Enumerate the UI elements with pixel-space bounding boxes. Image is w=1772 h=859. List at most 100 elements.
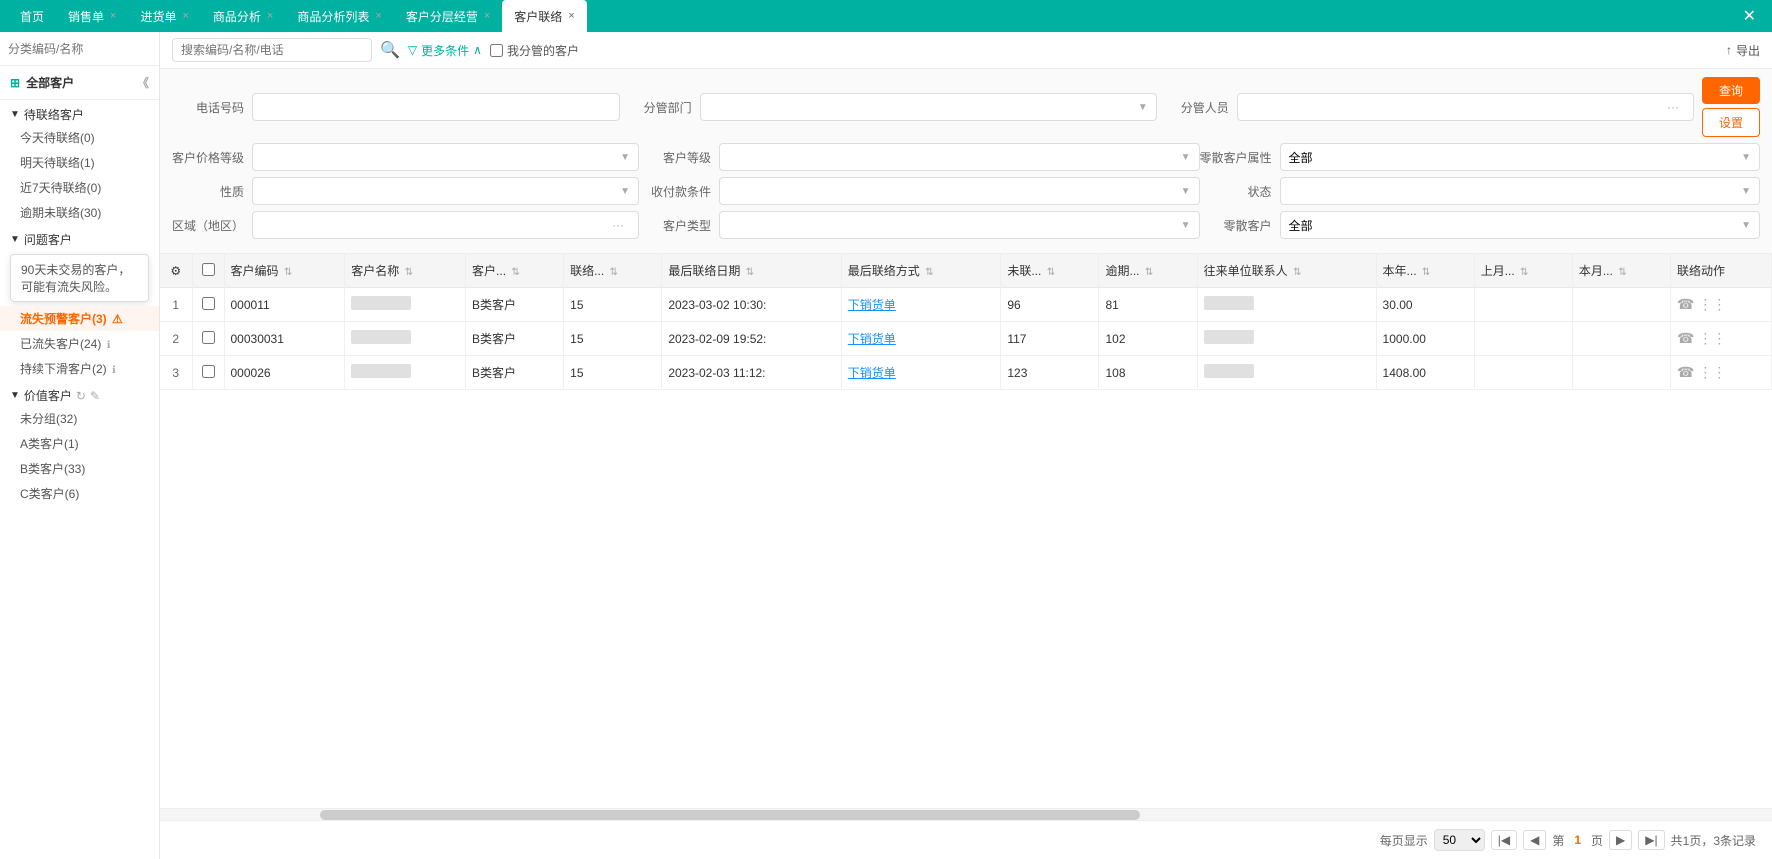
sort-icon-contact[interactable]: ⇅ xyxy=(610,267,618,278)
export-button[interactable]: ↑ 导出 xyxy=(1726,42,1760,59)
per-page-select[interactable]: 50 100 xyxy=(1434,829,1485,851)
query-button[interactable]: 查询 xyxy=(1702,77,1760,104)
row-contact: 15 xyxy=(564,288,662,322)
tab-customer-contact[interactable]: 客户联络 × xyxy=(502,0,586,32)
sidebar-item-today[interactable]: 今天待联络(0) xyxy=(0,125,159,150)
row-select-checkbox[interactable] xyxy=(202,331,215,344)
sidebar-search-input[interactable] xyxy=(8,42,160,56)
filter-search-button[interactable]: 🔍 xyxy=(380,40,400,60)
sidebar-group-pending[interactable]: ▼ 待联络客户 xyxy=(0,100,159,125)
dept-select[interactable]: ▼ xyxy=(700,93,1157,121)
first-page-btn[interactable]: |◀ xyxy=(1491,830,1517,850)
zero-customer-select[interactable]: 全部▼ xyxy=(1280,211,1760,239)
price-level-select[interactable]: ▼ xyxy=(252,143,639,171)
nature-select[interactable]: ▼ xyxy=(252,177,639,205)
tab-home[interactable]: 首页 xyxy=(8,0,56,32)
row-checkbox[interactable] xyxy=(192,322,224,356)
row-last-method[interactable]: 下销货单 xyxy=(841,356,1001,390)
row-last-method[interactable]: 下销货单 xyxy=(841,322,1001,356)
last-page-btn[interactable]: ▶| xyxy=(1638,830,1664,850)
row-select-checkbox[interactable] xyxy=(202,297,215,310)
sidebar-item-a-type[interactable]: A类客户(1) xyxy=(0,431,159,456)
col-settings[interactable]: ⚙ xyxy=(160,254,192,288)
my-customers-checkbox-area[interactable]: 我分管的客户 xyxy=(490,42,579,59)
sort-icon-code[interactable]: ⇅ xyxy=(284,267,292,278)
sort-icon-type[interactable]: ⇅ xyxy=(511,267,519,278)
tab-sales[interactable]: 销售单 × xyxy=(56,0,128,32)
col-checkbox[interactable] xyxy=(192,254,224,288)
tab-customer-tier[interactable]: 客户分层经营 × xyxy=(394,0,502,32)
phone-input[interactable] xyxy=(252,93,620,121)
sidebar-item-7days[interactable]: 近7天待联络(0) xyxy=(0,175,159,200)
refresh-icon[interactable]: ↻ xyxy=(76,389,86,403)
col-contact: 联络... ⇅ xyxy=(564,254,662,288)
sidebar-item-overdue[interactable]: 逾期未联络(30) xyxy=(0,200,159,225)
region-select[interactable]: ··· xyxy=(252,211,639,239)
sidebar-collapse-btn[interactable]: 《 xyxy=(137,74,149,91)
sort-icon-year[interactable]: ⇅ xyxy=(1422,267,1430,278)
sidebar-item-c-type[interactable]: C类客户(6) xyxy=(0,481,159,506)
row-this-year: 30.00 xyxy=(1376,288,1474,322)
sidebar-item-churn-warning[interactable]: 流失预警客户(3) ⚠ xyxy=(0,306,159,331)
tab-sales-label: 销售单 xyxy=(68,8,104,25)
row-contact: 15 xyxy=(564,356,662,390)
action-contact-icon[interactable]: ☎ xyxy=(1677,364,1694,381)
region-dots[interactable]: ··· xyxy=(606,218,630,232)
row-select-checkbox[interactable] xyxy=(202,365,215,378)
sidebar-item-churned[interactable]: 已流失客户(24) ℹ xyxy=(0,331,159,356)
select-all-checkbox[interactable] xyxy=(202,263,215,276)
tab-analysis[interactable]: 商品分析 × xyxy=(201,0,285,32)
customer-type-select[interactable]: ▼ xyxy=(719,211,1199,239)
tab-analysis-list-close[interactable]: × xyxy=(375,10,381,22)
sidebar-group-value[interactable]: ▼ 价值客户 ↻ ✎ xyxy=(0,381,159,406)
sidebar-all-customers[interactable]: ⊞ 全部客户 《 xyxy=(0,66,159,100)
sort-icon-date[interactable]: ⇅ xyxy=(746,267,754,278)
tab-analysis-close[interactable]: × xyxy=(267,10,273,22)
prev-page-btn[interactable]: ◀ xyxy=(1523,830,1546,850)
tab-purchase-close[interactable]: × xyxy=(182,10,188,22)
row-checkbox[interactable] xyxy=(192,288,224,322)
action-more-icon[interactable]: ⋮⋮ xyxy=(1698,330,1726,347)
sidebar-group-problem[interactable]: ▼ 问题客户 xyxy=(0,225,159,250)
filter-field-price-level: 客户价格等级 ▼ xyxy=(172,143,639,171)
status-select[interactable]: ▼ xyxy=(1280,177,1760,205)
action-contact-icon[interactable]: ☎ xyxy=(1677,330,1694,347)
settings-button[interactable]: 设置 xyxy=(1702,108,1760,137)
edit-icon[interactable]: ✎ xyxy=(90,389,100,403)
manager-select[interactable]: ··· xyxy=(1237,93,1694,121)
sidebar-item-b-type[interactable]: B类客户(33) xyxy=(0,456,159,481)
window-close-button[interactable]: ✕ xyxy=(1735,6,1764,26)
sort-icon-last-month[interactable]: ⇅ xyxy=(1520,267,1528,278)
action-more-icon[interactable]: ⋮⋮ xyxy=(1698,364,1726,381)
sort-icon-this-month[interactable]: ⇅ xyxy=(1618,267,1626,278)
sort-icon-uncontacted[interactable]: ⇅ xyxy=(1047,267,1055,278)
sidebar-item-declining[interactable]: 持续下滑客户(2) ℹ xyxy=(0,356,159,381)
sidebar-item-tomorrow[interactable]: 明天待联络(1) xyxy=(0,150,159,175)
scrollbar-thumb[interactable] xyxy=(320,810,1140,820)
sort-icon-overdue[interactable]: ⇅ xyxy=(1145,267,1153,278)
action-more-icon[interactable]: ⋮⋮ xyxy=(1698,296,1726,313)
next-page-btn[interactable]: ▶ xyxy=(1609,830,1632,850)
payment-select[interactable]: ▼ xyxy=(719,177,1199,205)
sort-icon-method[interactable]: ⇅ xyxy=(925,267,933,278)
action-contact-icon[interactable]: ☎ xyxy=(1677,296,1694,313)
row-last-method[interactable]: 下销货单 xyxy=(841,288,1001,322)
sidebar-item-ungroup[interactable]: 未分组(32) xyxy=(0,406,159,431)
customer-level-select[interactable]: ▼ xyxy=(719,143,1199,171)
filter-field-customer-type: 客户类型 ▼ xyxy=(639,211,1199,239)
filter-search-input[interactable] xyxy=(172,38,372,62)
tab-customer-contact-close[interactable]: × xyxy=(568,10,574,22)
row-checkbox[interactable] xyxy=(192,356,224,390)
filter-more-conditions-btn[interactable]: ▽ 更多条件 ∧ xyxy=(408,42,482,59)
zero-attr-select[interactable]: 全部▼ xyxy=(1280,143,1760,171)
my-customers-checkbox[interactable] xyxy=(490,44,503,57)
tab-purchase[interactable]: 进货单 × xyxy=(128,0,200,32)
tab-customer-tier-close[interactable]: × xyxy=(484,10,490,22)
sort-icon-person[interactable]: ⇅ xyxy=(1293,267,1301,278)
tab-sales-close[interactable]: × xyxy=(110,10,116,22)
sort-icon-name[interactable]: ⇅ xyxy=(405,267,413,278)
filter-field-status: 状态 ▼ xyxy=(1200,177,1760,205)
horizontal-scrollbar[interactable] xyxy=(160,808,1772,820)
tab-analysis-list[interactable]: 商品分析列表 × xyxy=(285,0,393,32)
manager-more-dots[interactable]: ··· xyxy=(1661,100,1685,114)
